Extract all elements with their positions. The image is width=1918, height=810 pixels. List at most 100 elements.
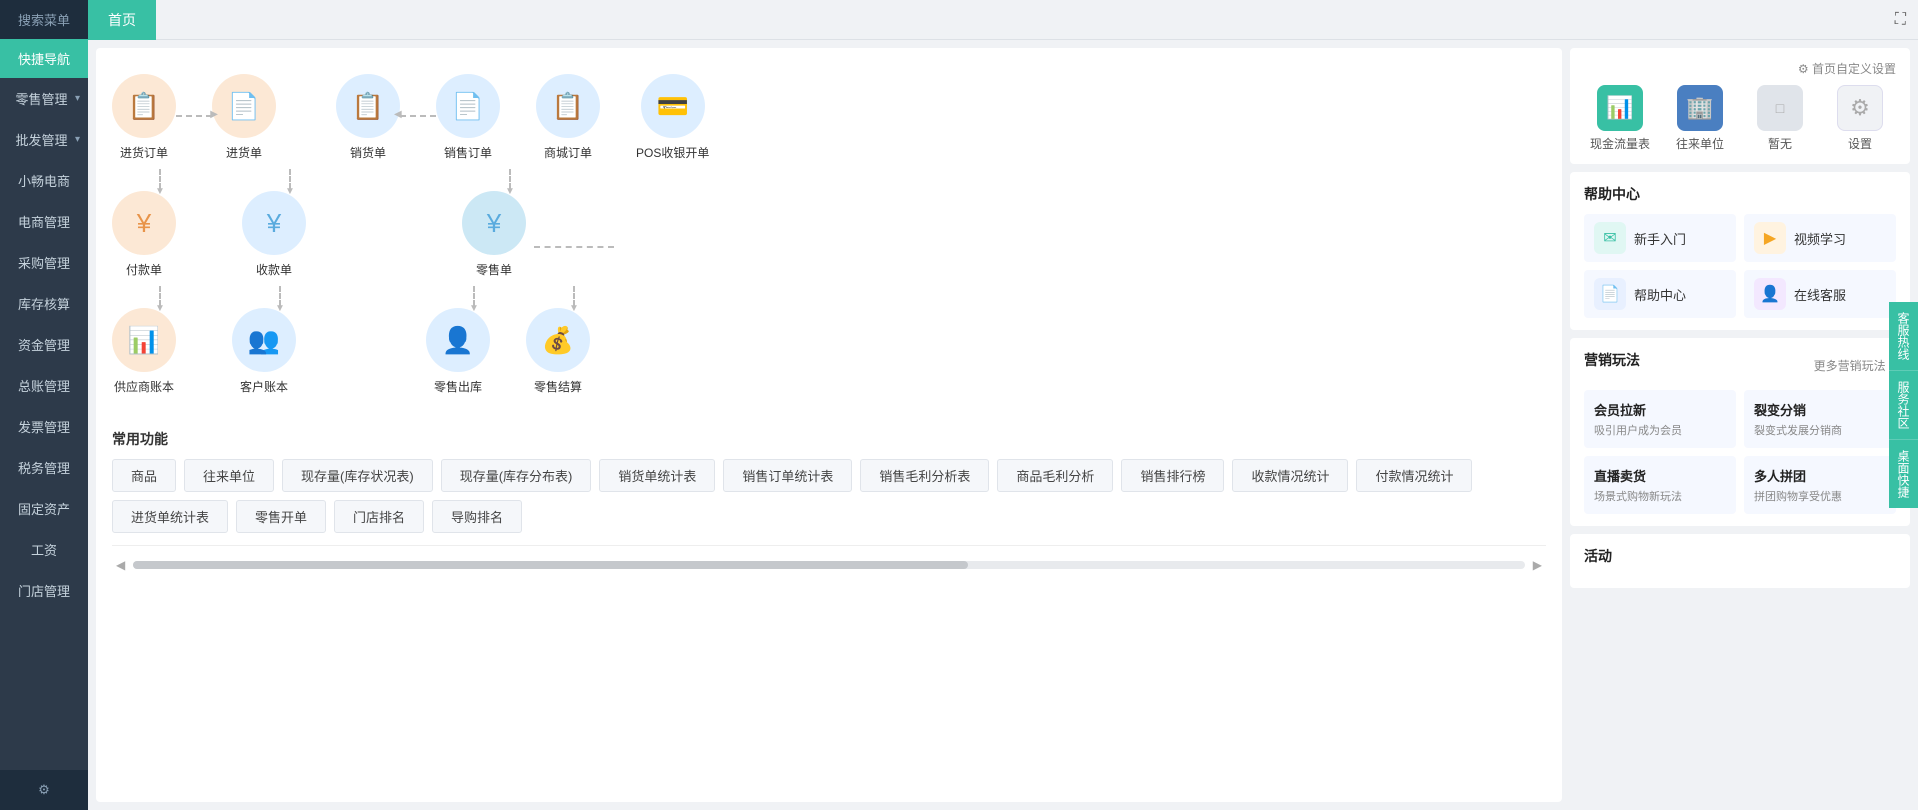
chevron-down-icon: ▾ <box>75 93 80 104</box>
supplier-account-icon[interactable]: 📊 <box>112 308 176 372</box>
func-btn-12[interactable]: 零售开单 <box>236 500 326 533</box>
sidebar-item-salary[interactable]: 工资 <box>0 529 88 570</box>
func-btn-14[interactable]: 导购排名 <box>432 500 522 533</box>
fullscreen-button[interactable]: ⛶ <box>1895 11 1906 29</box>
activity-title: 活动 <box>1584 546 1896 566</box>
func-btn-10[interactable]: 付款情况统计 <box>1356 459 1472 492</box>
scroll-left-btn[interactable]: ◀ <box>112 554 129 576</box>
scroll-area: ◀ ▶ <box>112 545 1546 576</box>
func-btn-6[interactable]: 销售毛利分析表 <box>860 459 989 492</box>
supplier-account-label: 供应商账本 <box>114 378 174 395</box>
empty-label: 暂无 <box>1768 135 1792 152</box>
beginner-icon: ✉ <box>1594 222 1626 254</box>
left-panel: 📋 进货订单 📄 进货单 <box>96 48 1562 802</box>
sidebar-item-ecom-small[interactable]: 小畅电商 <box>0 160 88 201</box>
func-btn-13[interactable]: 门店排名 <box>334 500 424 533</box>
contacts-icon: 🏢 <box>1677 85 1723 131</box>
arrow-sales <box>400 115 436 141</box>
sidebar-item-retail[interactable]: 零售管理 ▾ <box>0 78 88 119</box>
func-btn-4[interactable]: 销货单统计表 <box>599 459 715 492</box>
sidebar-settings[interactable]: ⚙ <box>0 770 88 810</box>
tab-bar: 首页 ⛶ <box>88 0 1918 40</box>
help-center-item[interactable]: 📄 帮助中心 <box>1584 270 1736 318</box>
sidebar: 搜索菜单 快捷导航 零售管理 ▾ 批发管理 ▾ 小畅电商 电商管理 采购管理 库… <box>0 0 88 810</box>
help-grid: ✉ 新手入门 ▶ 视频学习 📄 帮助中心 👤 在线客服 <box>1584 214 1896 318</box>
marketing-more[interactable]: 更多营销玩法 > <box>1814 357 1896 374</box>
func-btn-5[interactable]: 销售订单统计表 <box>723 459 852 492</box>
retail-settle-icon[interactable]: 💰 <box>526 308 590 372</box>
help-video[interactable]: ▶ 视频学习 <box>1744 214 1896 262</box>
func-btn-9[interactable]: 收款情况统计 <box>1232 459 1348 492</box>
func-btn-0[interactable]: 商品 <box>112 459 176 492</box>
func-btn-2[interactable]: 现存量(库存状况表) <box>282 459 433 492</box>
receipt-label: 收款单 <box>256 261 292 278</box>
shortcut-contacts[interactable]: 🏢 往来单位 <box>1664 85 1736 152</box>
sidebar-item-ledger[interactable]: 总账管理 <box>0 365 88 406</box>
flow-node-purchase-order: 📋 进货订单 <box>112 74 176 161</box>
sales-order-icon[interactable]: 📄 <box>436 74 500 138</box>
sidebar-item-finance[interactable]: 资金管理 <box>0 324 88 365</box>
flow-node-sales-order: 📄 销售订单 <box>436 74 500 161</box>
tab-bar-right: ⛶ <box>1895 11 1918 29</box>
func-btn-1[interactable]: 往来单位 <box>184 459 274 492</box>
float-community[interactable]: 服务社区 <box>1889 371 1918 440</box>
sales-icon[interactable]: 📋 <box>336 74 400 138</box>
shortcuts-settings[interactable]: ⚙ 首页自定义设置 <box>1584 60 1896 77</box>
flow-diagram: 📋 进货订单 📄 进货单 <box>112 64 1546 409</box>
retail-out-icon[interactable]: 👤 <box>426 308 490 372</box>
shortcut-cashflow[interactable]: 📊 现金流量表 <box>1584 85 1656 152</box>
chevron-down-icon: ▾ <box>75 134 80 145</box>
help-beginner[interactable]: ✉ 新手入门 <box>1584 214 1736 262</box>
marketing-fission[interactable]: 裂变分销 裂变式发展分销商 <box>1744 390 1896 448</box>
sidebar-item-tax[interactable]: 税务管理 <box>0 447 88 488</box>
marketing-member[interactable]: 会员拉新 吸引用户成为会员 <box>1584 390 1736 448</box>
func-btn-3[interactable]: 现存量(库存分布表) <box>441 459 592 492</box>
flow-node-customer-account: 👥 客户账本 <box>232 286 296 395</box>
payment-icon[interactable]: ¥ <box>112 191 176 255</box>
sidebar-item-wholesale[interactable]: 批发管理 ▾ <box>0 119 88 160</box>
purchase-order-icon[interactable]: 📋 <box>112 74 176 138</box>
float-customer-service[interactable]: 客服热线 <box>1889 302 1918 371</box>
sidebar-item-purchase[interactable]: 采购管理 <box>0 242 88 283</box>
shortcut-settings[interactable]: ⚙ 设置 <box>1824 85 1896 152</box>
marketing-group[interactable]: 多人拼团 拼团购物享受优惠 <box>1744 456 1896 514</box>
flow-node-payment: ¥ 付款单 <box>112 169 176 278</box>
retail-icon[interactable]: ¥ <box>462 191 526 255</box>
float-buttons: 客服热线 服务社区 桌面快捷 <box>1889 302 1918 508</box>
scroll-right-btn[interactable]: ▶ <box>1529 554 1546 576</box>
sidebar-item-inventory[interactable]: 库存核算 <box>0 283 88 324</box>
cashflow-label: 现金流量表 <box>1590 135 1650 152</box>
help-doc-icon: 📄 <box>1594 278 1626 310</box>
func-btn-11[interactable]: 进货单统计表 <box>112 500 228 533</box>
func-btn-7[interactable]: 商品毛利分析 <box>997 459 1113 492</box>
flow-node-pos: 💳 POS收银开单 <box>636 74 709 161</box>
video-label: 视频学习 <box>1794 229 1846 248</box>
help-online[interactable]: 👤 在线客服 <box>1744 270 1896 318</box>
customer-account-icon[interactable]: 👥 <box>232 308 296 372</box>
marketing-live[interactable]: 直播卖货 场景式购物新玩法 <box>1584 456 1736 514</box>
sidebar-item-ecom[interactable]: 电商管理 <box>0 201 88 242</box>
flow-node-sales: 📋 销货单 <box>336 74 400 161</box>
func-btn-8[interactable]: 销售排行榜 <box>1121 459 1224 492</box>
pos-icon[interactable]: 💳 <box>641 74 705 138</box>
flow-node-retail-out: 👤 零售出库 <box>426 286 490 395</box>
mall-order-icon[interactable]: 📋 <box>536 74 600 138</box>
settings-icon: ⚙ <box>38 782 50 797</box>
sidebar-search[interactable]: 搜索菜单 <box>0 0 88 39</box>
scroll-track[interactable] <box>133 561 1525 569</box>
sidebar-item-invoice[interactable]: 发票管理 <box>0 406 88 447</box>
receipt-icon[interactable]: ¥ <box>242 191 306 255</box>
online-label: 在线客服 <box>1794 285 1846 304</box>
retail-out-label: 零售出库 <box>434 378 482 395</box>
purchase-label: 进货单 <box>226 144 262 161</box>
purchase-icon[interactable]: 📄 <box>212 74 276 138</box>
sidebar-nav-active[interactable]: 快捷导航 <box>0 39 88 78</box>
empty-icon: □ <box>1757 85 1803 131</box>
sidebar-item-store[interactable]: 门店管理 <box>0 570 88 611</box>
tab-home[interactable]: 首页 <box>88 0 156 40</box>
shortcut-empty[interactable]: □ 暂无 <box>1744 85 1816 152</box>
flow-node-purchase: 📄 进货单 <box>212 74 276 161</box>
flow-node-mall-order: 📋 商城订单 <box>536 74 600 161</box>
float-desktop[interactable]: 桌面快捷 <box>1889 440 1918 508</box>
sidebar-item-assets[interactable]: 固定资产 <box>0 488 88 529</box>
